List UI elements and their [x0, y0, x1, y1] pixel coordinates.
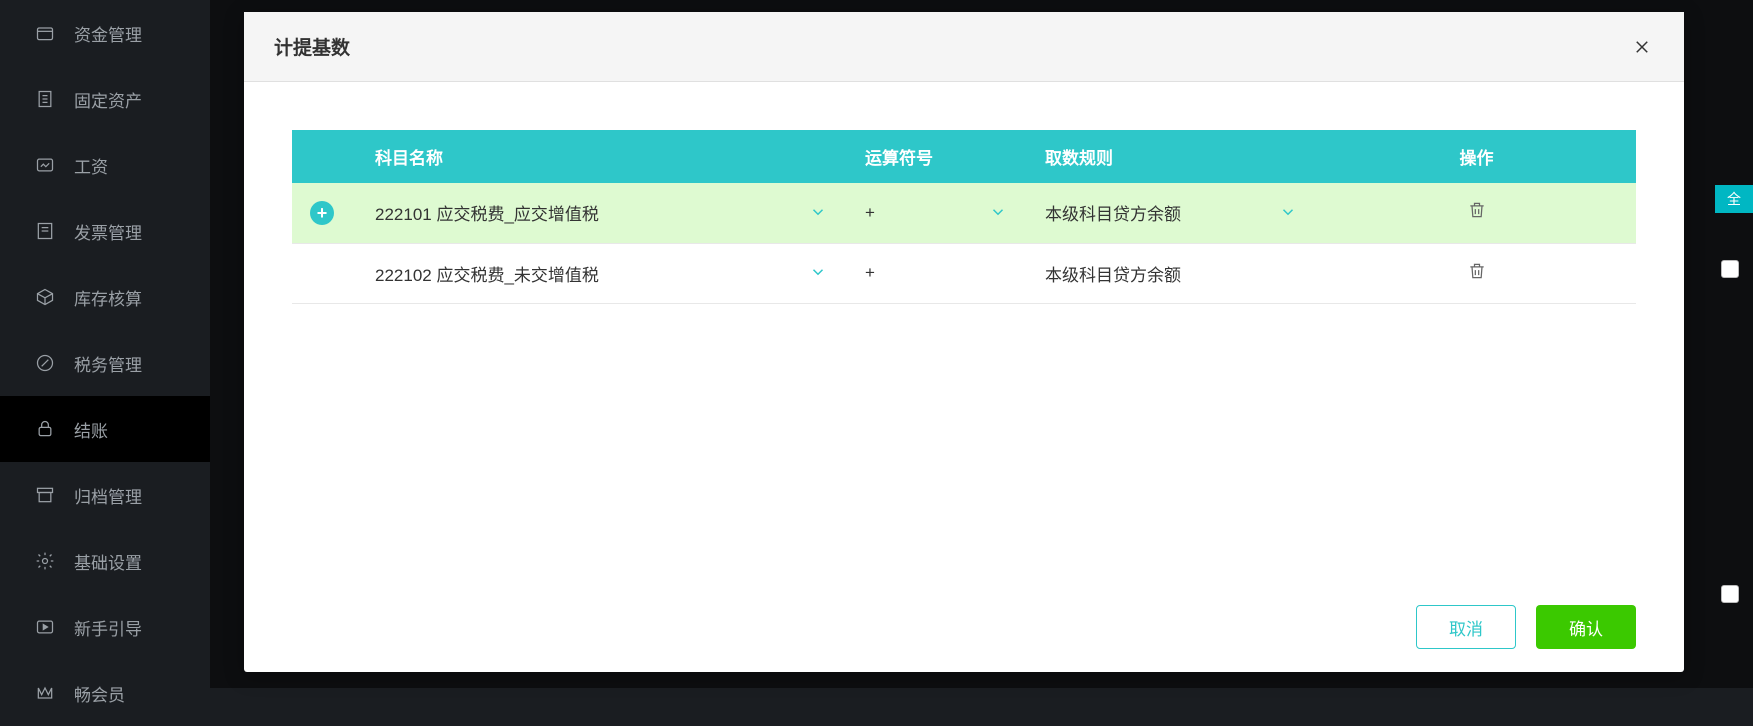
rule-value: 本级科目贷方余额 — [1045, 261, 1181, 286]
subject-value: 222102 应交税费_未交增值税 — [375, 261, 599, 286]
cell-operator[interactable]: + — [847, 243, 1027, 303]
sidebar-item-closing[interactable]: 结账 — [0, 396, 210, 462]
table-header-add — [292, 130, 357, 183]
delete-button[interactable] — [1467, 200, 1487, 220]
cell-add — [292, 243, 357, 303]
confirm-button[interactable]: 确认 — [1536, 605, 1636, 649]
sidebar-item-label: 归档管理 — [74, 483, 142, 508]
lock-icon — [34, 418, 56, 440]
table-header-row: 科目名称 运算符号 取数规则 操作 — [292, 130, 1636, 183]
table-header-operator: 运算符号 — [847, 130, 1027, 183]
sidebar-item-inventory[interactable]: 库存核算 — [0, 264, 210, 330]
table-row: 222102 应交税费_未交增值税 + — [292, 243, 1636, 303]
gear-icon — [34, 550, 56, 572]
sidebar-item-label: 资金管理 — [74, 21, 142, 46]
delete-button[interactable] — [1467, 261, 1487, 281]
modal-body: 科目名称 运算符号 取数规则 操作 + 222101 应交税费_应交增值税 — [244, 82, 1684, 582]
sidebar-item-guide[interactable]: 新手引导 — [0, 594, 210, 660]
receipt-icon — [34, 220, 56, 242]
operator-value: + — [865, 203, 875, 223]
sidebar-item-label: 基础设置 — [74, 549, 142, 574]
sidebar-item-label: 新手引导 — [74, 615, 142, 640]
sidebar-item-label: 固定资产 — [74, 87, 142, 112]
trash-icon — [1467, 261, 1487, 281]
sidebar-item-label: 发票管理 — [74, 219, 142, 244]
modal-footer: 取消 确认 — [244, 582, 1684, 672]
modal-header: 计提基数 — [244, 12, 1684, 82]
data-table: 科目名称 运算符号 取数规则 操作 + 222101 应交税费_应交增值税 — [292, 130, 1636, 304]
sidebar-item-label: 库存核算 — [74, 285, 142, 310]
operator-value: + — [865, 263, 875, 283]
cancel-button[interactable]: 取消 — [1416, 605, 1516, 649]
sidebar-item-label: 结账 — [74, 417, 108, 442]
subject-select[interactable]: 222101 应交税费_应交增值税 — [375, 200, 829, 225]
trash-icon — [1467, 200, 1487, 220]
subject-select[interactable]: 222102 应交税费_未交增值税 — [375, 261, 829, 286]
table-header-action: 操作 — [1317, 130, 1636, 183]
sidebar-item-archive[interactable]: 归档管理 — [0, 462, 210, 528]
box-icon — [34, 286, 56, 308]
table-header-rule: 取数规则 — [1027, 130, 1317, 183]
cell-add: + — [292, 183, 357, 243]
vip-icon — [34, 682, 56, 704]
sidebar-item-funds[interactable]: 资金管理 — [0, 0, 210, 66]
table-header-subject: 科目名称 — [357, 130, 847, 183]
sidebar: 资金管理 固定资产 工资 发票管理 库存核算 税务管理 结账 — [0, 0, 210, 688]
archive-icon — [34, 484, 56, 506]
close-button[interactable] — [1630, 35, 1654, 59]
chevron-down-icon — [809, 203, 829, 223]
cell-rule[interactable]: 本级科目贷方余额 — [1027, 243, 1317, 303]
operator-select[interactable]: + — [865, 203, 1009, 223]
rule-value: 本级科目贷方余额 — [1045, 200, 1181, 225]
modal-title: 计提基数 — [274, 33, 350, 60]
sidebar-item-invoice[interactable]: 发票管理 — [0, 198, 210, 264]
building-icon — [34, 88, 56, 110]
sidebar-item-label: 税务管理 — [74, 351, 142, 376]
percent-icon — [34, 352, 56, 374]
cell-action — [1317, 243, 1636, 303]
modal-dialog: 计提基数 科目名称 运算符号 取数规则 操作 + — [244, 12, 1684, 672]
chevron-down-icon — [1279, 203, 1299, 223]
chevron-down-icon — [989, 203, 1009, 223]
wallet-icon — [34, 22, 56, 44]
sidebar-item-assets[interactable]: 固定资产 — [0, 66, 210, 132]
sidebar-item-label: 畅会员 — [74, 681, 125, 706]
cell-rule[interactable]: 本级科目贷方余额 — [1027, 183, 1317, 243]
cell-subject[interactable]: 222101 应交税费_应交增值税 — [357, 183, 847, 243]
rule-select[interactable]: 本级科目贷方余额 — [1045, 261, 1299, 286]
rule-select[interactable]: 本级科目贷方余额 — [1045, 200, 1299, 225]
sidebar-item-tax[interactable]: 税务管理 — [0, 330, 210, 396]
sidebar-item-settings[interactable]: 基础设置 — [0, 528, 210, 594]
sidebar-item-vip[interactable]: 畅会员 — [0, 660, 210, 726]
close-icon — [1633, 38, 1651, 56]
add-row-button[interactable]: + — [310, 201, 334, 225]
chart-icon — [34, 154, 56, 176]
table-row: + 222101 应交税费_应交增值税 + — [292, 183, 1636, 243]
cell-subject[interactable]: 222102 应交税费_未交增值税 — [357, 243, 847, 303]
play-icon — [34, 616, 56, 638]
sidebar-item-salary[interactable]: 工资 — [0, 132, 210, 198]
cell-action — [1317, 183, 1636, 243]
sidebar-item-label: 工资 — [74, 153, 108, 178]
chevron-down-icon — [809, 263, 829, 283]
cell-operator[interactable]: + — [847, 183, 1027, 243]
operator-select[interactable]: + — [865, 263, 1009, 283]
subject-value: 222101 应交税费_应交增值税 — [375, 200, 599, 225]
